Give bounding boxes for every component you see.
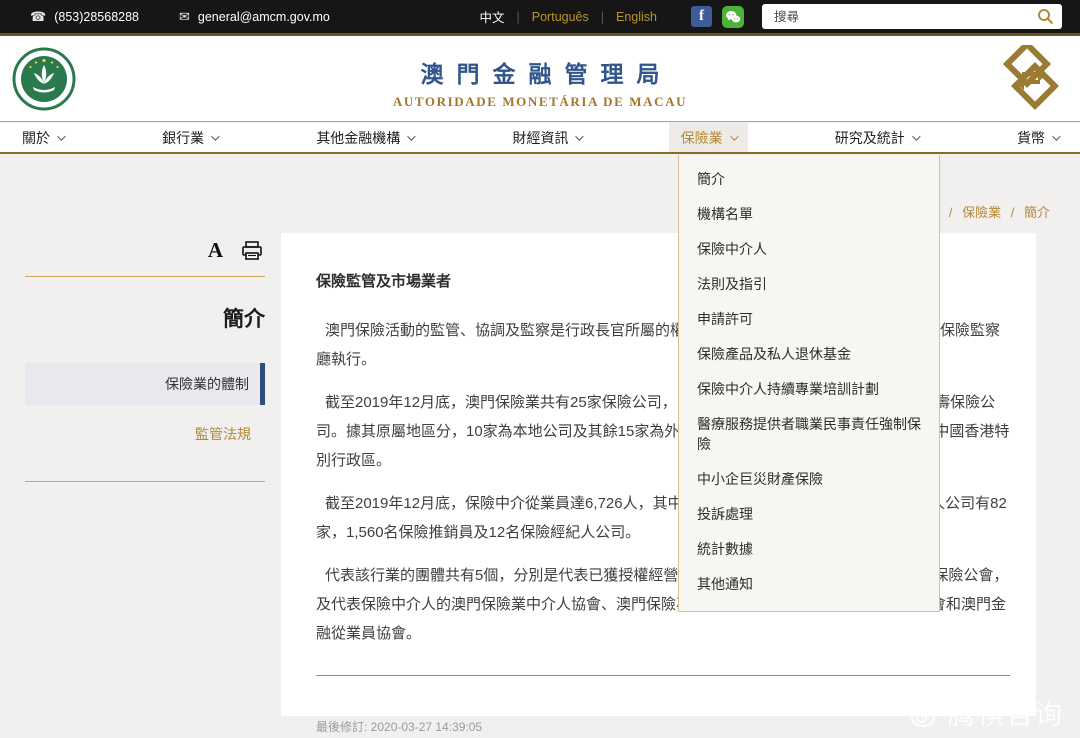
sidebar-section-title: 簡介 xyxy=(25,303,265,333)
lang-english[interactable]: English xyxy=(604,10,669,24)
nav-item-other-financial-institutions[interactable]: 其他金融機構 xyxy=(304,123,425,152)
nav-label: 研究及統計 xyxy=(835,128,905,148)
nav-item-financial-info[interactable]: 財經資訊 xyxy=(500,123,593,152)
dropdown-item-institution-list[interactable]: 機構名單 xyxy=(679,197,939,232)
top-utility-bar: ☎ (853)28568288 ✉ general@amcm.gov.mo 中文… xyxy=(0,0,1080,33)
weibo-icon xyxy=(909,697,943,729)
wechat-icon[interactable] xyxy=(722,6,744,28)
nav-label: 保險業 xyxy=(681,128,723,148)
main-navigation: 關於 銀行業 其他金融機構 財經資訊 保險業 研究及統計 貨幣 xyxy=(0,123,1080,154)
dropdown-item-insurance-intermediaries[interactable]: 保險中介人 xyxy=(679,232,939,267)
font-size-icon[interactable]: A xyxy=(208,238,223,263)
chevron-down-icon xyxy=(576,132,584,140)
nav-item-insurance[interactable]: 保險業 xyxy=(669,123,748,152)
dropdown-item-cpd-programme[interactable]: 保險中介人持續專業培訓計劃 xyxy=(679,372,939,407)
dropdown-item-application-licensing[interactable]: 申請許可 xyxy=(679,302,939,337)
sidebar-menu: 保險業的體制 監管法規 xyxy=(25,363,265,455)
search-icon[interactable] xyxy=(1037,8,1054,25)
sidebar: A 簡介 保險業的體制 監管法規 xyxy=(25,238,265,482)
nav-item-about[interactable]: 關於 xyxy=(10,123,75,152)
nav-item-research-statistics[interactable]: 研究及統計 xyxy=(823,123,930,152)
nav-label: 貨幣 xyxy=(1017,128,1045,148)
breadcrumb-introduction[interactable]: 簡介 xyxy=(1024,205,1050,220)
site-header: 澳門金融管理局 AUTORIDADE MONETÁRIA DE MACAU xyxy=(0,36,1080,122)
dropdown-item-medical-liability-insurance[interactable]: 醫療服務提供者職業民事責任強制保險 xyxy=(679,407,939,462)
search-box xyxy=(762,4,1062,29)
search-input[interactable] xyxy=(772,9,1037,25)
insurance-dropdown-menu: 簡介 機構名單 保險中介人 法則及指引 申請許可 保險產品及私人退休基金 保險中… xyxy=(678,155,940,612)
chevron-down-icon xyxy=(57,132,65,140)
amcm-diamond-logo xyxy=(998,45,1064,111)
language-switcher: 中文 | Português | English xyxy=(468,7,670,26)
facebook-icon[interactable]: f xyxy=(691,6,712,27)
nav-item-banking[interactable]: 銀行業 xyxy=(150,123,229,152)
nav-label: 財經資訊 xyxy=(512,128,568,148)
nav-label: 關於 xyxy=(22,128,50,148)
phone-number: (853)28568288 xyxy=(54,10,139,24)
chevron-down-icon xyxy=(912,132,920,140)
dropdown-item-sme-catastrophe-insurance[interactable]: 中小企巨災財產保險 xyxy=(679,462,939,497)
breadcrumb-insurance[interactable]: 保險業 xyxy=(962,205,1001,220)
breadcrumb-separator: / xyxy=(949,205,953,220)
phone-icon: ☎ xyxy=(30,10,46,23)
watermark: 腾祺咨询 xyxy=(909,693,1064,732)
breadcrumb-separator: / xyxy=(1011,205,1015,220)
dropdown-item-products-pension-funds[interactable]: 保險產品及私人退休基金 xyxy=(679,337,939,372)
email-address: general@amcm.gov.mo xyxy=(198,10,330,24)
email-contact[interactable]: ✉ general@amcm.gov.mo xyxy=(179,10,330,24)
dropdown-item-statistics[interactable]: 統計數據 xyxy=(679,532,939,567)
sidebar-item-regulations[interactable]: 監管法規 xyxy=(25,413,265,455)
phone-contact[interactable]: ☎ (853)28568288 xyxy=(30,10,139,24)
sidebar-divider xyxy=(25,481,265,482)
dropdown-item-complaints[interactable]: 投訴處理 xyxy=(679,497,939,532)
content-bottom-divider xyxy=(316,675,1010,676)
print-icon[interactable] xyxy=(241,241,263,261)
dropdown-item-introduction[interactable]: 簡介 xyxy=(679,162,939,197)
chevron-down-icon xyxy=(407,132,415,140)
dropdown-item-other-notices[interactable]: 其他通知 xyxy=(679,567,939,602)
nav-label: 其他金融機構 xyxy=(316,128,400,148)
watermark-text: 腾祺咨询 xyxy=(948,693,1064,732)
last-modified-timestamp: 最後修訂: 2020-03-27 14:39:05 xyxy=(316,718,1010,735)
lang-portuguese[interactable]: Português xyxy=(520,10,601,24)
chevron-down-icon xyxy=(730,132,738,140)
sidebar-divider xyxy=(25,276,265,277)
social-links: f xyxy=(691,6,744,28)
lang-chinese[interactable]: 中文 xyxy=(468,7,517,26)
sidebar-item-insurance-system[interactable]: 保險業的體制 xyxy=(25,363,265,405)
mail-icon: ✉ xyxy=(179,10,190,23)
site-title-portuguese: AUTORIDADE MONETÁRIA DE MACAU xyxy=(0,94,1080,110)
chevron-down-icon xyxy=(211,132,219,140)
nav-item-currency[interactable]: 貨幣 xyxy=(1005,123,1070,152)
nav-label: 銀行業 xyxy=(162,128,204,148)
site-title-chinese: 澳門金融管理局 xyxy=(13,55,1080,89)
page-tools: A xyxy=(25,238,265,263)
site-title-block: 澳門金融管理局 AUTORIDADE MONETÁRIA DE MACAU xyxy=(0,55,1080,110)
dropdown-item-rules-guidelines[interactable]: 法則及指引 xyxy=(679,267,939,302)
chevron-down-icon xyxy=(1052,132,1060,140)
